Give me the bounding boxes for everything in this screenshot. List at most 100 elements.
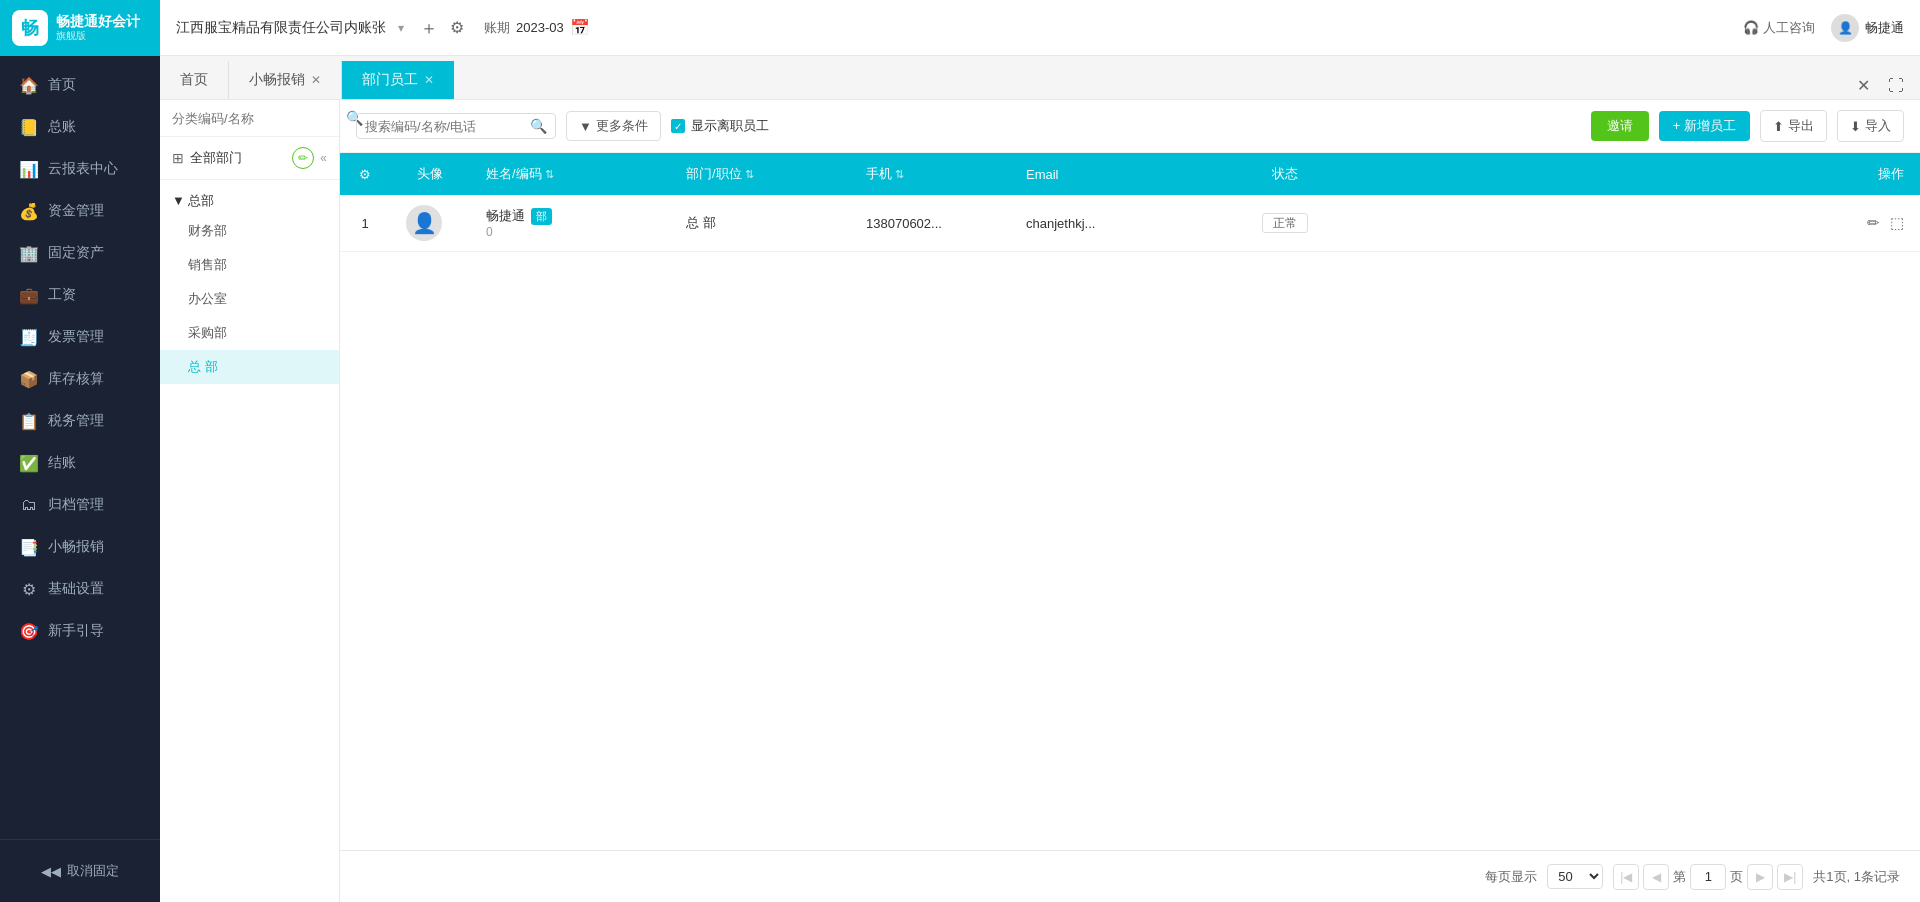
sidebar-item-guide-label: 新手引导 [48,622,104,640]
dept-collapse-icon[interactable]: « [320,151,327,165]
tab-expense[interactable]: 小畅报销 ✕ [229,61,342,99]
pagination-bar: 每页显示 50 10 20 100 |◀ ◀ 第 页 ▶ ▶| 共1页, 1条记… [340,850,1920,902]
employee-search-icon[interactable]: 🔍 [530,118,547,134]
settings-icon: ⚙ [20,580,38,598]
invite-button[interactable]: 邀请 [1591,111,1649,141]
sidebar-item-assets[interactable]: 🏢 固定资产 [0,232,160,274]
dept-item-general[interactable]: 总 部 [160,350,339,384]
dept-search-input[interactable] [172,111,340,126]
dept-group-headquarter[interactable]: ▼ 总部 [160,188,339,214]
filter-icon: ▼ [579,119,592,134]
dept-badge: 部 [531,208,552,225]
close-accounts-icon: ✅ [20,454,38,472]
add-employee-button[interactable]: + 新增员工 [1659,111,1750,141]
guide-icon: 🎯 [20,622,38,640]
page-first-button[interactable]: |◀ [1613,864,1639,890]
dept-item-finance[interactable]: 财务部 [160,214,339,248]
sidebar-item-guide[interactable]: 🎯 新手引导 [0,610,160,652]
dept-item-office[interactable]: 办公室 [160,282,339,316]
sidebar-bottom: ◀◀ 取消固定 [0,839,160,902]
settings-button[interactable]: ⚙ [450,18,464,37]
col-dept[interactable]: 部门/职位 [670,153,850,195]
tabbar-actions: ✕ ⛶ [1841,72,1920,99]
edit-employee-button[interactable]: ✏ [1867,214,1880,232]
user-menu[interactable]: 👤 畅捷通 [1831,14,1904,42]
employee-search-box: 🔍 [356,113,556,139]
import-button[interactable]: ⬇ 导入 [1837,110,1904,142]
col-email: Email [1010,153,1210,195]
sidebar-item-ledger[interactable]: 📒 总账 [0,106,160,148]
employee-search-input[interactable] [365,119,524,134]
show-resigned-checkbox[interactable]: ✓ [671,119,685,133]
row-phone: 138070602... [850,195,1010,252]
page-input[interactable] [1690,864,1726,890]
sidebar-item-invoice[interactable]: 🧾 发票管理 [0,316,160,358]
sidebar-item-settings[interactable]: ⚙ 基础设置 [0,568,160,610]
sidebar-item-reports[interactable]: 📊 云报表中心 [0,148,160,190]
sidebar-item-archive[interactable]: 🗂 归档管理 [0,484,160,526]
filter-label: 更多条件 [596,117,648,135]
sidebar-item-funds[interactable]: 💰 资金管理 [0,190,160,232]
sidebar-item-tax-label: 税务管理 [48,412,104,430]
sidebar-item-close[interactable]: ✅ 结账 [0,442,160,484]
sidebar-item-expense[interactable]: 📑 小畅报销 [0,526,160,568]
cancel-fixed-button[interactable]: ◀◀ 取消固定 [0,852,160,890]
tab-expense-label: 小畅报销 [249,71,305,89]
per-page-label: 每页显示 [1485,868,1537,886]
col-action: 操作 [1360,153,1920,195]
app-logo-text: 畅捷通好会计 旗舰版 [56,13,140,44]
maximize-tab-button[interactable]: ⛶ [1884,73,1908,99]
page-di-label: 第 [1673,868,1686,886]
tab-expense-close[interactable]: ✕ [311,73,321,87]
calendar-icon[interactable]: 📅 [570,18,590,37]
row-status: 正常 [1210,195,1360,252]
dept-item-sales[interactable]: 销售部 [160,248,339,282]
add-company-button[interactable]: ＋ [420,16,438,40]
col-gear[interactable]: ⚙ [340,153,390,195]
per-page-select[interactable]: 50 10 20 100 [1547,864,1603,889]
page-last-button[interactable]: ▶| [1777,864,1803,890]
reports-icon: 📊 [20,160,38,178]
tab-department-close[interactable]: ✕ [424,73,434,87]
sidebar-item-tax[interactable]: 📋 税务管理 [0,400,160,442]
export-icon: ⬆ [1773,119,1784,134]
payroll-icon: 💼 [20,286,38,304]
import-icon: ⬇ [1850,119,1861,134]
row-avatar: 👤 [390,195,470,252]
delete-employee-button[interactable]: ⬚ [1890,214,1904,232]
company-dropdown-icon[interactable]: ▾ [398,21,404,35]
sidebar-item-payroll-label: 工资 [48,286,76,304]
tab-department[interactable]: 部门员工 ✕ [342,61,454,99]
dept-edit-button[interactable]: ✏ [292,147,314,169]
sidebar-item-invoice-label: 发票管理 [48,328,104,346]
col-phone[interactable]: 手机 [850,153,1010,195]
tabbar: 首页 小畅报销 ✕ 部门员工 ✕ ✕ ⛶ [160,56,1920,100]
sidebar-nav: 🏠 首页 📒 总账 📊 云报表中心 💰 资金管理 🏢 固定资产 💼 工资 🧾 发… [0,56,160,839]
dept-item-purchase[interactable]: 采购部 [160,316,339,350]
archive-icon: 🗂 [20,496,38,514]
inventory-icon: 📦 [20,370,38,388]
dept-all-row[interactable]: ⊞ 全部部门 ✏ « [160,137,339,180]
filter-more-button[interactable]: ▼ 更多条件 [566,111,661,141]
main-area: 江西服宝精品有限责任公司内账张 ▾ ＋ ⚙ 账期 2023-03 📅 🎧 人工咨… [160,0,1920,902]
sidebar-item-home[interactable]: 🏠 首页 [0,64,160,106]
col-name[interactable]: 姓名/编码 [470,153,670,195]
row-name: 畅捷通 部 0 [470,195,670,252]
close-tab-button[interactable]: ✕ [1853,72,1874,99]
page-next-button[interactable]: ▶ [1747,864,1773,890]
show-resigned-label: 显示离职员工 [691,117,769,135]
expense-icon: 📑 [20,538,38,556]
dept-search-row: 🔍 [160,100,339,137]
avatar: 👤 [1831,14,1859,42]
support-button[interactable]: 🎧 人工咨询 [1743,19,1815,37]
page-prev-button[interactable]: ◀ [1643,864,1669,890]
status-badge: 正常 [1262,213,1308,233]
sidebar-item-inventory[interactable]: 📦 库存核算 [0,358,160,400]
tab-home[interactable]: 首页 [160,61,229,99]
show-resigned-toggle: ✓ 显示离职员工 [671,117,769,135]
sidebar-item-archive-label: 归档管理 [48,496,104,514]
sidebar-item-payroll[interactable]: 💼 工资 [0,274,160,316]
export-button[interactable]: ⬆ 导出 [1760,110,1827,142]
employee-name: 畅捷通 [486,207,525,225]
username-label: 畅捷通 [1865,19,1904,37]
